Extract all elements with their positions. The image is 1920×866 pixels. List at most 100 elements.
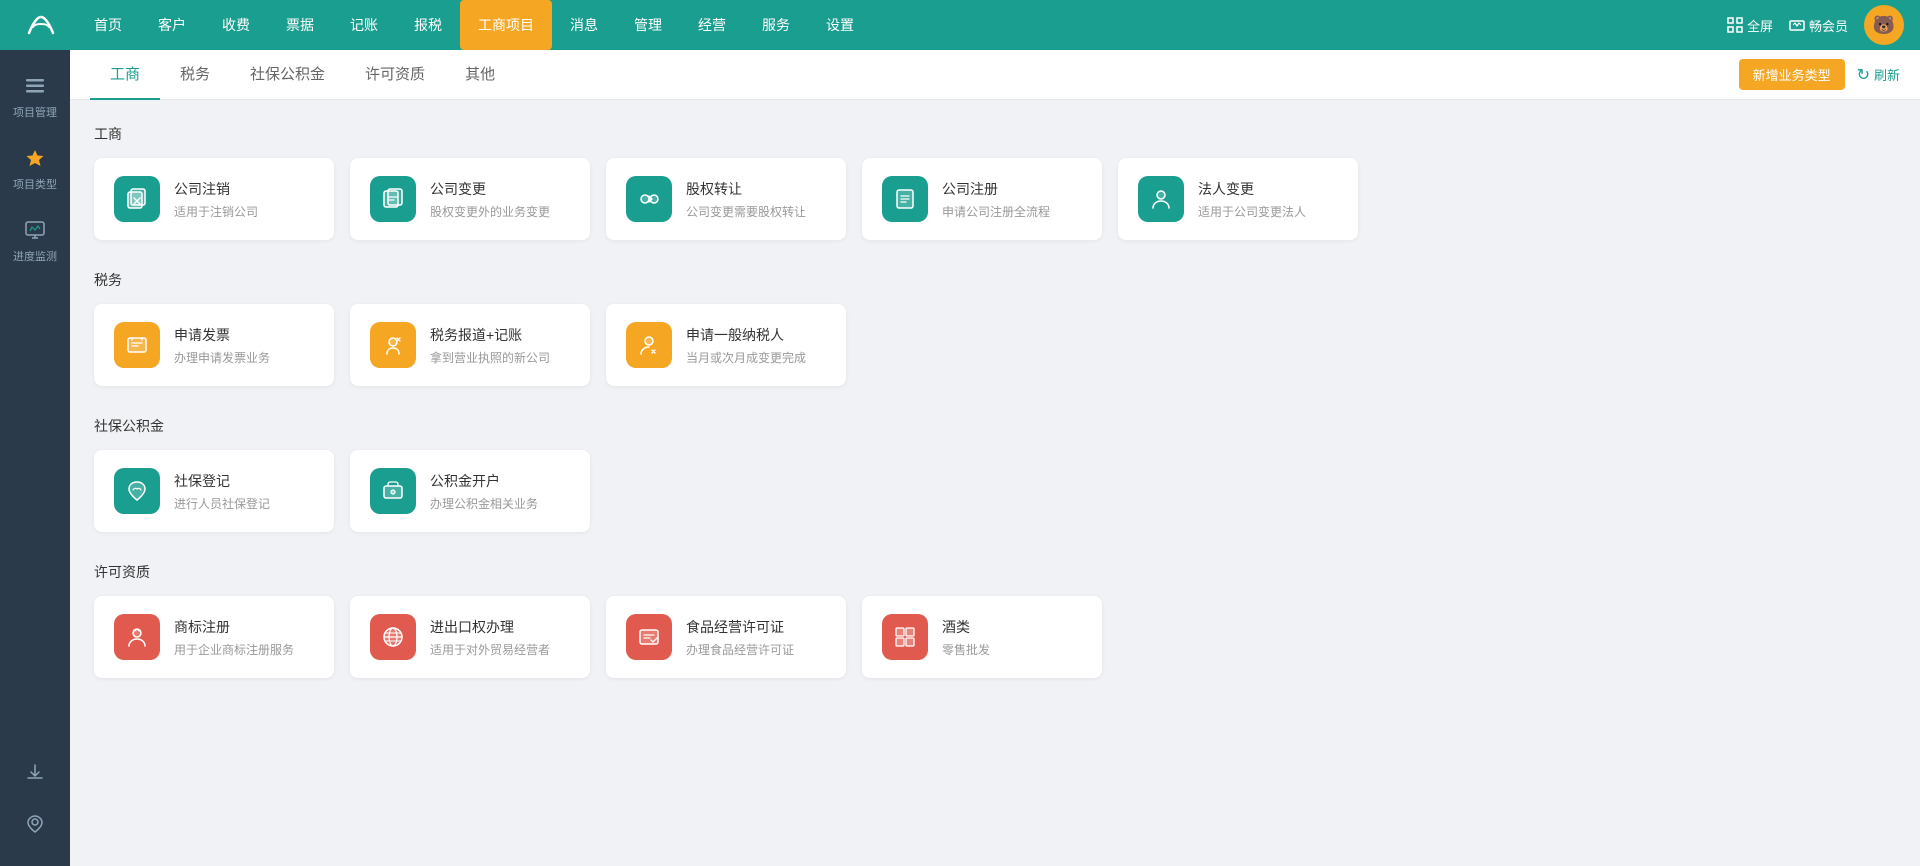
general-taxpayer-icon [626, 322, 672, 368]
food-license-title: 食品经营许可证 [686, 617, 794, 637]
card-trademark[interactable]: 商标注册 用于企业商标注册服务 [94, 596, 334, 678]
alcohol-desc: 零售批发 [942, 641, 990, 658]
section-title-license: 许可资质 [94, 562, 1896, 582]
alcohol-title: 酒类 [942, 617, 990, 637]
apply-invoice-desc: 办理申请发票业务 [174, 349, 270, 366]
legal-change-title: 法人变更 [1198, 179, 1306, 199]
trademark-desc: 用于企业商标注册服务 [174, 641, 294, 658]
company-register-desc: 申请公司注册全流程 [942, 203, 1050, 220]
nav-customer[interactable]: 客户 [140, 0, 204, 50]
nav-charge[interactable]: 收费 [204, 0, 268, 50]
provident-fund-desc: 办理公积金相关业务 [430, 495, 538, 512]
tab-tax[interactable]: 税务 [160, 50, 230, 100]
sidebar-item-project-manage[interactable]: 项目管理 [0, 60, 70, 132]
nav-manage[interactable]: 管理 [616, 0, 680, 50]
card-legal-change[interactable]: 法人变更 适用于公司变更法人 [1118, 158, 1358, 240]
card-general-taxpayer[interactable]: 申请一般纳税人 当月或次月成变更完成 [606, 304, 846, 386]
card-provident-fund[interactable]: 公积金开户 办理公积金相关业务 [350, 450, 590, 532]
fullscreen-button[interactable]: 全屏 [1727, 16, 1773, 35]
top-navigation: 首页 客户 收费 票据 记账 报税 工商项目 消息 管理 经营 服务 设置 全屏… [0, 0, 1920, 50]
card-grid-social-fund: 社保登记 进行人员社保登记 公积 [94, 450, 1896, 532]
legal-change-desc: 适用于公司变更法人 [1198, 203, 1306, 220]
nav-right-actions: 全屏 畅会员 🐻 [1727, 5, 1904, 45]
tab-license[interactable]: 许可资质 [345, 50, 445, 100]
trademark-icon [114, 614, 160, 660]
sidebar-bottom [0, 746, 70, 866]
tax-report-text: 税务报道+记账 拿到营业执照的新公司 [430, 325, 550, 366]
main-content[interactable]: 工商 公司注销 适用于注销公司 [70, 100, 1920, 866]
card-company-change[interactable]: 公司变更 股权变更外的业务变更 [350, 158, 590, 240]
card-import-export[interactable]: 进出口权办理 适用于对外贸易经营者 [350, 596, 590, 678]
section-tax: 税务 申请发票 办理申请发票 [94, 270, 1896, 386]
company-change-title: 公司变更 [430, 179, 550, 199]
card-social-insurance[interactable]: 社保登记 进行人员社保登记 [94, 450, 334, 532]
tax-report-icon [370, 322, 416, 368]
import-export-desc: 适用于对外贸易经营者 [430, 641, 550, 658]
nav-tax[interactable]: 报税 [396, 0, 460, 50]
download-icon [21, 758, 49, 786]
sidebar-item-project-type[interactable]: 项目类型 [0, 132, 70, 204]
monitor-icon [21, 216, 49, 244]
tab-social-fund[interactable]: 社保公积金 [230, 50, 345, 100]
main-layout: 项目管理 项目类型 进度监测 [0, 50, 1920, 866]
general-taxpayer-desc: 当月或次月成变更完成 [686, 349, 806, 366]
equity-transfer-desc: 公司变更需要股权转让 [686, 203, 806, 220]
company-change-desc: 股权变更外的业务变更 [430, 203, 550, 220]
import-export-text: 进出口权办理 适用于对外贸易经营者 [430, 617, 550, 658]
general-taxpayer-text: 申请一般纳税人 当月或次月成变更完成 [686, 325, 806, 366]
sidebar-item-download[interactable] [0, 746, 70, 798]
legal-change-text: 法人变更 适用于公司变更法人 [1198, 179, 1306, 220]
card-food-license[interactable]: 食品经营许可证 办理食品经营许可证 [606, 596, 846, 678]
company-cancel-text: 公司注销 适用于注销公司 [174, 179, 258, 220]
app-logo [16, 0, 66, 50]
nav-invoice[interactable]: 票据 [268, 0, 332, 50]
card-grid-license: 商标注册 用于企业商标注册服务 [94, 596, 1896, 678]
nav-service[interactable]: 服务 [744, 0, 808, 50]
list-icon [21, 72, 49, 100]
sidebar: 项目管理 项目类型 进度监测 [0, 50, 70, 866]
equity-transfer-text: 股权转让 公司变更需要股权转让 [686, 179, 806, 220]
apply-invoice-text: 申请发票 办理申请发票业务 [174, 325, 270, 366]
import-export-title: 进出口权办理 [430, 617, 550, 637]
nav-home[interactable]: 首页 [76, 0, 140, 50]
card-tax-report[interactable]: 税务报道+记账 拿到营业执照的新公司 [350, 304, 590, 386]
section-title-industry: 工商 [94, 124, 1896, 144]
card-equity-transfer[interactable]: 股权转让 公司变更需要股权转让 [606, 158, 846, 240]
tab-bar: 工商 税务 社保公积金 许可资质 其他 新增业务类型 ↻ 刷新 [70, 50, 1920, 100]
vip-button[interactable]: 畅会员 [1789, 16, 1848, 35]
tax-report-desc: 拿到营业执照的新公司 [430, 349, 550, 366]
card-alcohol[interactable]: 酒类 零售批发 [862, 596, 1102, 678]
nav-settings[interactable]: 设置 [808, 0, 872, 50]
new-type-button[interactable]: 新增业务类型 [1739, 59, 1845, 90]
nav-bookkeeping[interactable]: 记账 [332, 0, 396, 50]
company-register-title: 公司注册 [942, 179, 1050, 199]
trademark-text: 商标注册 用于企业商标注册服务 [174, 617, 294, 658]
star-icon [21, 144, 49, 172]
section-title-tax: 税务 [94, 270, 1896, 290]
nav-message[interactable]: 消息 [552, 0, 616, 50]
company-change-icon [370, 176, 416, 222]
equity-transfer-icon [626, 176, 672, 222]
apply-invoice-icon [114, 322, 160, 368]
food-license-desc: 办理食品经营许可证 [686, 641, 794, 658]
trademark-title: 商标注册 [174, 617, 294, 637]
card-company-cancel[interactable]: 公司注销 适用于注销公司 [94, 158, 334, 240]
sidebar-item-location[interactable] [0, 798, 70, 850]
apply-invoice-title: 申请发票 [174, 325, 270, 345]
nav-operation[interactable]: 经营 [680, 0, 744, 50]
tab-industry[interactable]: 工商 [90, 50, 160, 100]
social-insurance-text: 社保登记 进行人员社保登记 [174, 471, 270, 512]
location-icon [21, 810, 49, 838]
company-register-text: 公司注册 申请公司注册全流程 [942, 179, 1050, 220]
mascot-icon[interactable]: 🐻 [1864, 5, 1904, 45]
card-company-register[interactable]: 公司注册 申请公司注册全流程 [862, 158, 1102, 240]
tab-other[interactable]: 其他 [445, 50, 515, 100]
refresh-button[interactable]: ↻ 刷新 [1857, 65, 1900, 85]
card-apply-invoice[interactable]: 申请发票 办理申请发票业务 [94, 304, 334, 386]
company-cancel-icon [114, 176, 160, 222]
card-grid-industry: 公司注销 适用于注销公司 公司变 [94, 158, 1896, 240]
company-register-icon [882, 176, 928, 222]
nav-industry[interactable]: 工商项目 [460, 0, 552, 50]
import-export-icon [370, 614, 416, 660]
sidebar-item-progress-monitor[interactable]: 进度监测 [0, 204, 70, 276]
